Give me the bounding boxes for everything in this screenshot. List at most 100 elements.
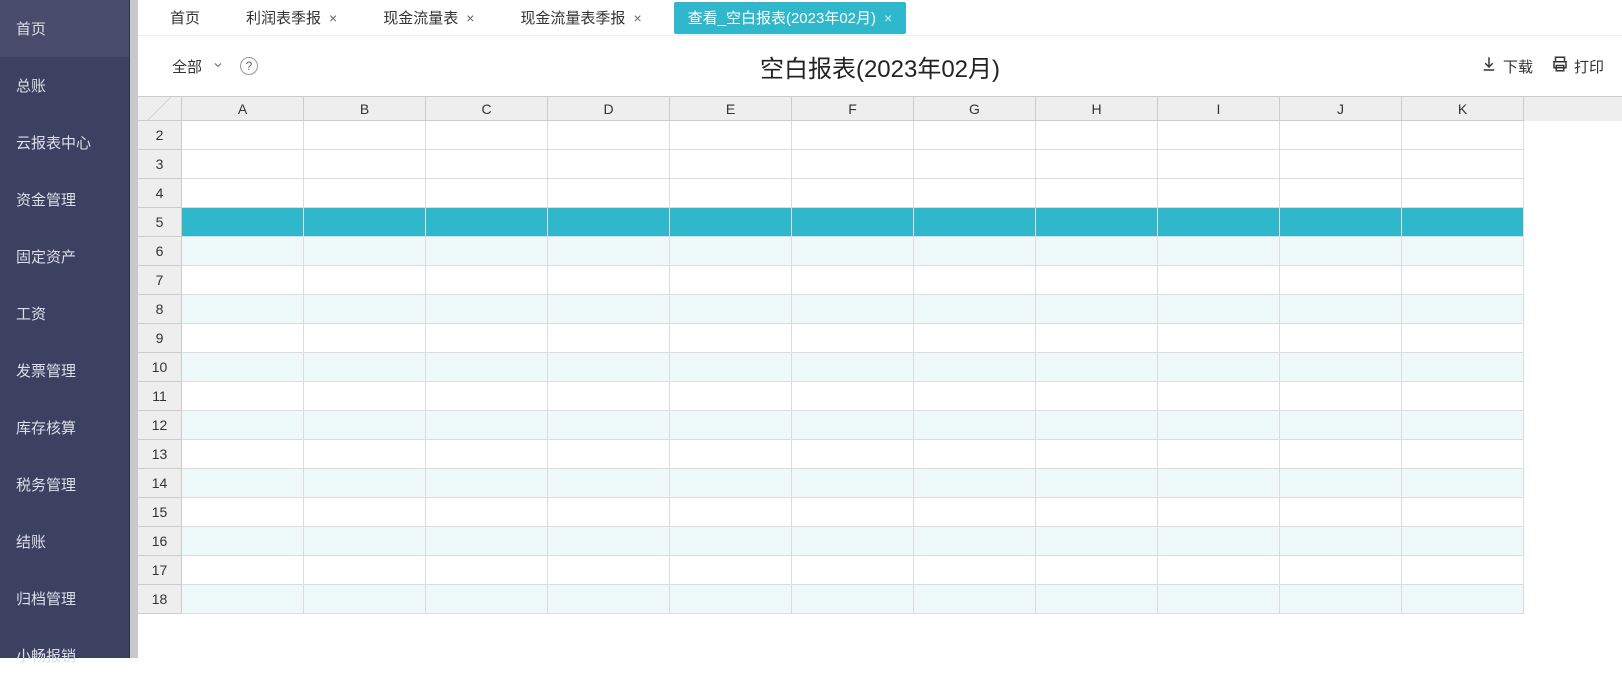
cell[interactable]	[1402, 556, 1524, 585]
row-header[interactable]: 15	[138, 498, 182, 527]
cell[interactable]	[1402, 440, 1524, 469]
cell[interactable]	[1280, 527, 1402, 556]
column-header[interactable]: D	[548, 97, 670, 121]
cell[interactable]	[1402, 353, 1524, 382]
cell[interactable]	[914, 585, 1036, 614]
cell[interactable]	[1158, 295, 1280, 324]
cell[interactable]	[1158, 411, 1280, 440]
cell[interactable]	[304, 121, 426, 150]
cell[interactable]	[304, 179, 426, 208]
tab[interactable]: 现金流量表×	[369, 2, 488, 34]
cell[interactable]	[304, 382, 426, 411]
cell[interactable]	[426, 179, 548, 208]
cell[interactable]	[670, 382, 792, 411]
cell[interactable]	[1036, 527, 1158, 556]
cell[interactable]	[1280, 382, 1402, 411]
cell[interactable]	[792, 469, 914, 498]
cell[interactable]	[304, 150, 426, 179]
cell[interactable]	[1036, 353, 1158, 382]
cell[interactable]	[792, 498, 914, 527]
cell[interactable]	[1158, 585, 1280, 614]
cell[interactable]	[914, 150, 1036, 179]
cell[interactable]	[548, 237, 670, 266]
close-icon[interactable]: ×	[329, 10, 337, 26]
filter-dropdown[interactable]: 全部 ?	[156, 56, 258, 77]
close-icon[interactable]: ×	[633, 10, 641, 26]
column-header[interactable]: J	[1280, 97, 1402, 121]
cell[interactable]	[304, 527, 426, 556]
cell[interactable]	[914, 469, 1036, 498]
cell[interactable]	[1158, 498, 1280, 527]
cell[interactable]	[792, 150, 914, 179]
cell[interactable]	[670, 585, 792, 614]
cell[interactable]	[1158, 266, 1280, 295]
cell[interactable]	[304, 324, 426, 353]
cell[interactable]	[1036, 121, 1158, 150]
cell[interactable]	[426, 237, 548, 266]
cell[interactable]	[426, 150, 548, 179]
sidebar-scrollbar[interactable]	[130, 0, 138, 658]
cell[interactable]	[914, 266, 1036, 295]
sidebar-item[interactable]: 固定资产	[0, 228, 129, 285]
cell[interactable]	[426, 208, 548, 237]
cell[interactable]	[792, 324, 914, 353]
cell[interactable]	[1036, 237, 1158, 266]
cell[interactable]	[426, 266, 548, 295]
cell[interactable]	[1036, 411, 1158, 440]
cell[interactable]	[1402, 324, 1524, 353]
cell[interactable]	[670, 556, 792, 585]
cell[interactable]	[914, 498, 1036, 527]
cell[interactable]	[182, 324, 304, 353]
row-header[interactable]: 17	[138, 556, 182, 585]
cell[interactable]	[1280, 295, 1402, 324]
cell[interactable]	[304, 353, 426, 382]
download-button[interactable]: 下载	[1480, 55, 1533, 77]
cell[interactable]	[182, 498, 304, 527]
cell[interactable]	[304, 237, 426, 266]
sidebar-item[interactable]: 资金管理	[0, 171, 129, 228]
print-button[interactable]: 打印	[1551, 55, 1604, 77]
cell[interactable]	[1036, 585, 1158, 614]
cell[interactable]	[182, 469, 304, 498]
cell[interactable]	[792, 121, 914, 150]
spreadsheet[interactable]: ABCDEFGHIJK 23456789101112131415161718	[138, 96, 1622, 658]
cell[interactable]	[1158, 150, 1280, 179]
sidebar-item[interactable]: 结账	[0, 513, 129, 570]
cell[interactable]	[670, 498, 792, 527]
row-header[interactable]: 12	[138, 411, 182, 440]
cell[interactable]	[1402, 527, 1524, 556]
cell[interactable]	[1036, 469, 1158, 498]
cell[interactable]	[1402, 179, 1524, 208]
cell[interactable]	[1402, 237, 1524, 266]
cell[interactable]	[548, 440, 670, 469]
cell[interactable]	[1158, 469, 1280, 498]
close-icon[interactable]: ×	[466, 10, 474, 26]
cell[interactable]	[670, 527, 792, 556]
cell[interactable]	[1280, 208, 1402, 237]
cell[interactable]	[1280, 556, 1402, 585]
cell[interactable]	[792, 295, 914, 324]
sidebar-item[interactable]: 总账	[0, 57, 129, 114]
cell[interactable]	[304, 585, 426, 614]
cell[interactable]	[914, 527, 1036, 556]
cell[interactable]	[1158, 208, 1280, 237]
cell[interactable]	[914, 411, 1036, 440]
cell[interactable]	[548, 266, 670, 295]
select-all-corner[interactable]	[138, 97, 182, 121]
cell[interactable]	[1280, 353, 1402, 382]
cell[interactable]	[1158, 237, 1280, 266]
cell[interactable]	[548, 353, 670, 382]
cell[interactable]	[548, 556, 670, 585]
cell[interactable]	[1280, 150, 1402, 179]
cell[interactable]	[182, 440, 304, 469]
column-header[interactable]: E	[670, 97, 792, 121]
cell[interactable]	[1036, 440, 1158, 469]
cell[interactable]	[182, 585, 304, 614]
tab[interactable]: 利润表季报×	[232, 2, 351, 34]
sidebar-item[interactable]: 工资	[0, 285, 129, 342]
cell[interactable]	[182, 411, 304, 440]
tab[interactable]: 首页	[156, 2, 214, 34]
sidebar-item[interactable]: 发票管理	[0, 342, 129, 399]
cell[interactable]	[792, 382, 914, 411]
cell[interactable]	[1036, 295, 1158, 324]
